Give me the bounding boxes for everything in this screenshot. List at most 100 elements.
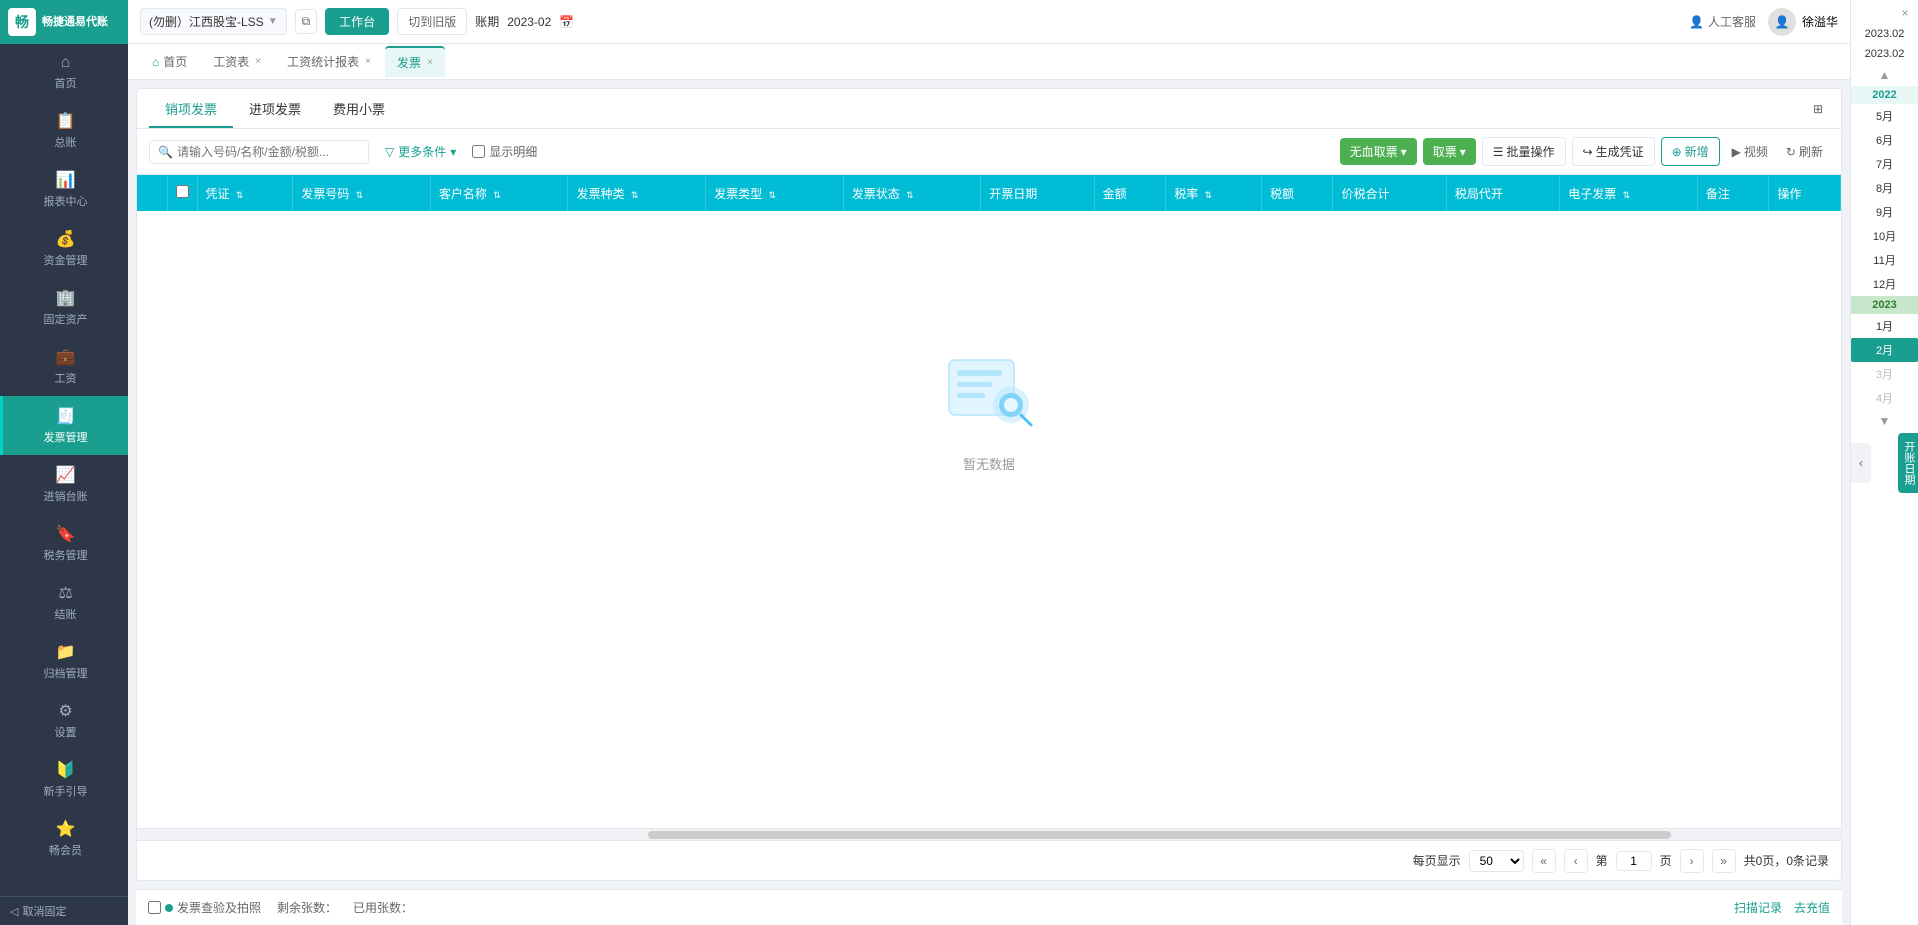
footer-link-scan[interactable]: 扫描记录 (1734, 899, 1782, 916)
last-page-button[interactable]: » (1712, 849, 1736, 873)
chevron-down-icon: ▼ (268, 16, 278, 27)
company-selector[interactable]: (勿删）江西股宝-LSS ▼ (140, 8, 287, 35)
refresh-button[interactable]: ↻ 刷新 (1780, 139, 1829, 164)
sidebar-item-guide[interactable]: 🔰 新手引导 (0, 750, 128, 809)
right-panel-close-button[interactable]: × (1896, 4, 1914, 22)
month-2022-8[interactable]: 8月 (1851, 176, 1918, 200)
sidebar-item-tax[interactable]: 🔖 税务管理 (0, 514, 128, 573)
home-tab-icon: ⌂ (152, 55, 159, 69)
sort-customer-icon[interactable]: ⇅ (493, 190, 501, 200)
funds-icon: 💰 (56, 229, 76, 249)
footer-link-recharge[interactable]: 去充值 (1794, 899, 1830, 916)
rp-up-arrow[interactable]: ▲ (1851, 64, 1918, 86)
tab-payroll[interactable]: 工资表 × (201, 47, 273, 76)
sub-tab-expense[interactable]: 费用小票 (317, 91, 401, 128)
page-input[interactable] (1616, 851, 1652, 871)
sidebar-item-settings[interactable]: ⚙ 设置 (0, 691, 128, 750)
month-2022-12[interactable]: 12月 (1851, 272, 1918, 296)
month-2022-6[interactable]: 6月 (1851, 128, 1918, 152)
rp-down-arrow[interactable]: ▼ (1851, 410, 1918, 432)
tab-payroll-close[interactable]: × (255, 56, 261, 67)
sidebar-item-funds[interactable]: 💰 资金管理 (0, 219, 128, 278)
sort-taxrate-icon[interactable]: ⇅ (1205, 190, 1213, 200)
month-2022-10[interactable]: 10月 (1851, 224, 1918, 248)
video-button[interactable]: ▶ 视频 (1726, 139, 1774, 164)
sort-icat-icon[interactable]: ⇅ (768, 190, 776, 200)
sort-invoiceno-icon[interactable]: ⇅ (356, 190, 364, 200)
tax-icon: 🔖 (56, 524, 76, 544)
sidebar-item-label: 畅会员 (49, 842, 82, 858)
sub-tab-sales[interactable]: 销项发票 (149, 91, 233, 128)
month-2023-4[interactable]: 4月 (1851, 386, 1918, 410)
month-2023-3[interactable]: 3月 (1851, 362, 1918, 386)
open-period-button[interactable]: 开账日期 (1898, 433, 1918, 493)
sidebar-item-sales[interactable]: 📈 进销台账 (0, 455, 128, 514)
month-2022-11[interactable]: 11月 (1851, 248, 1918, 272)
th-open-date: 开票日期 (981, 175, 1094, 211)
show-detail-toggle[interactable]: 显示明细 (472, 143, 537, 160)
service-button[interactable]: 👤 人工客服 (1689, 13, 1756, 30)
filter-button[interactable]: ▽ 更多条件 ▾ (377, 139, 464, 164)
sidebar-item-ledger[interactable]: 📋 总账 (0, 101, 128, 160)
first-page-button[interactable]: « (1532, 849, 1556, 873)
sort-voucher-icon[interactable]: ⇅ (236, 190, 244, 200)
rp-date-item-1[interactable]: 2023.02 (1851, 24, 1918, 44)
user-info[interactable]: 👤 徐溢华 (1768, 8, 1838, 36)
month-2022-9[interactable]: 9月 (1851, 200, 1918, 224)
prev-page-button[interactable]: ‹ (1564, 849, 1588, 873)
sort-einvoice-icon[interactable]: ⇅ (1623, 190, 1631, 200)
sidebar-item-assets[interactable]: 🏢 固定资产 (0, 278, 128, 337)
sidebar-item-label: 工资 (55, 370, 77, 386)
tab-payroll-stats[interactable]: 工资统计报表 × (275, 47, 383, 76)
switch-old-button[interactable]: 切到旧版 (397, 8, 467, 35)
payroll-icon: 💼 (56, 347, 76, 367)
sub-tab-purchase[interactable]: 进项发票 (233, 91, 317, 128)
view-toggle-button[interactable]: ⊞ (1807, 98, 1829, 120)
tab-payroll-stats-close[interactable]: × (365, 56, 371, 67)
copy-button[interactable]: ⧉ (295, 9, 318, 34)
service-label: 人工客服 (1708, 13, 1756, 30)
ticket-button[interactable]: 取票 ▾ (1423, 138, 1476, 165)
settlement-icon: ⚖ (58, 583, 72, 603)
sort-itype-icon[interactable]: ⇅ (631, 190, 639, 200)
sidebar-item-home[interactable]: ⌂ 首页 (0, 44, 128, 101)
no-tax-button[interactable]: 无血取票 ▾ (1340, 138, 1417, 165)
sidebar-item-label: 设置 (55, 724, 77, 740)
tab-invoice-close[interactable]: × (427, 57, 433, 68)
next-page-button[interactable]: › (1680, 849, 1704, 873)
footer-bar: 发票查验及拍照 剩余张数： 已用张数： 扫描记录 去充值 (136, 889, 1842, 925)
refresh-icon: ↻ (1786, 145, 1796, 159)
month-2023-2[interactable]: 2月 (1851, 338, 1918, 362)
tab-bar: ⌂ 首页 工资表 × 工资统计报表 × 发票 × (128, 44, 1850, 80)
scrollbar-thumb[interactable] (648, 831, 1670, 839)
select-all-checkbox[interactable] (176, 185, 189, 198)
total-text: 共0页，0条记录 (1744, 852, 1829, 869)
sidebar-item-settlement[interactable]: ⚖ 结账 (0, 573, 128, 632)
show-detail-checkbox[interactable] (472, 145, 485, 158)
sidebar-item-payroll[interactable]: 💼 工资 (0, 337, 128, 396)
right-panel-expand-button[interactable]: ‹ (1851, 443, 1871, 483)
month-2023-1[interactable]: 1月 (1851, 314, 1918, 338)
sort-istatus-icon[interactable]: ⇅ (906, 190, 914, 200)
month-2022-7[interactable]: 7月 (1851, 152, 1918, 176)
sidebar-item-member[interactable]: ⭐ 畅会员 (0, 809, 128, 868)
th-e-invoice: 电子发票 ⇅ (1560, 175, 1698, 211)
tab-home[interactable]: ⌂ 首页 (140, 47, 199, 76)
month-2022-5[interactable]: 5月 (1851, 104, 1918, 128)
tab-invoice[interactable]: 发票 × (385, 46, 445, 77)
sidebar-item-reports[interactable]: 📊 报表中心 (0, 160, 128, 219)
rp-date-item-2[interactable]: 2023.02 (1851, 44, 1918, 64)
assets-icon: 🏢 (56, 288, 76, 308)
sidebar-item-invoice[interactable]: 🧾 发票管理 (0, 396, 128, 455)
new-button[interactable]: ⊕ 新增 (1661, 137, 1720, 166)
footer-check-box[interactable] (148, 901, 161, 914)
workspace-button[interactable]: 工作台 (325, 8, 389, 35)
batch-op-button[interactable]: ☰ 批量操作 (1482, 137, 1566, 166)
sidebar-item-archive[interactable]: 📁 归档管理 (0, 632, 128, 691)
gen-voucher-button[interactable]: ↪ 生成凭证 (1572, 137, 1655, 166)
horizontal-scrollbar[interactable] (137, 828, 1841, 840)
main-wrapper: (勿删）江西股宝-LSS ▼ ⧉ 工作台 切到旧版 账期 2023-02 📅 👤… (128, 0, 1918, 925)
page-size-select[interactable]: 10 20 50 100 (1469, 850, 1524, 872)
search-input[interactable] (177, 145, 360, 159)
sidebar-pin[interactable]: ◁ 取消固定 (0, 896, 128, 925)
